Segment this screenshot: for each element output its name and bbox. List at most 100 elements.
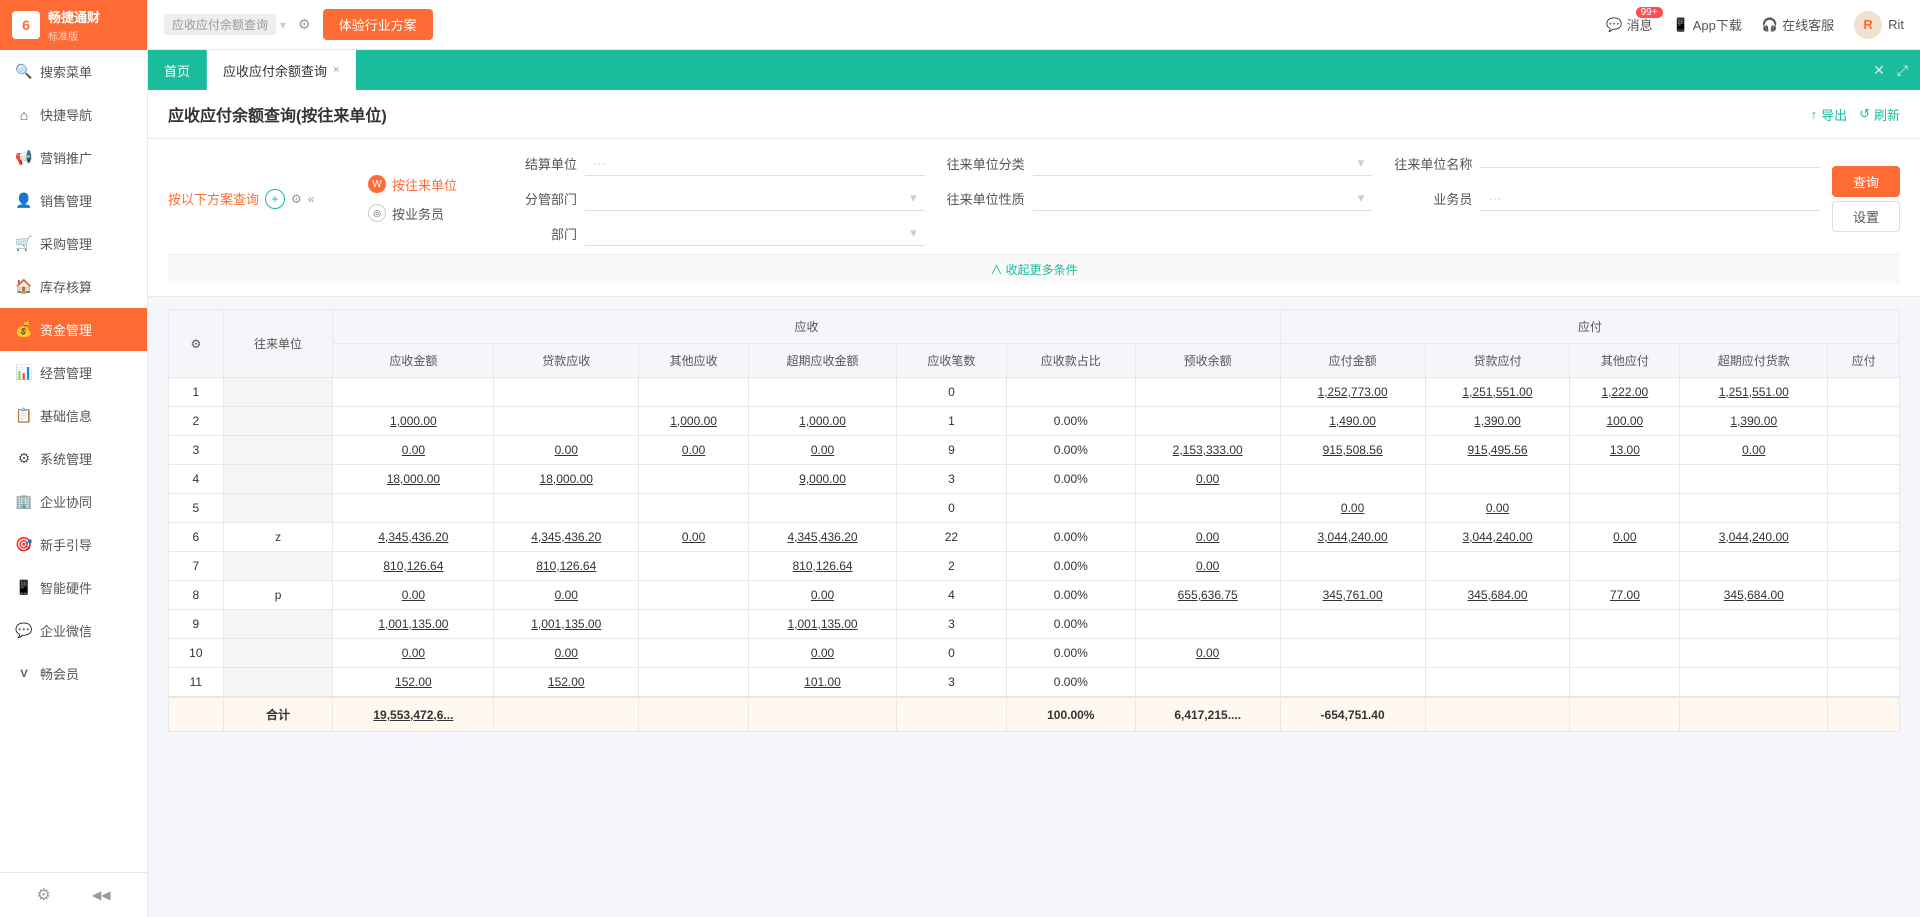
sidebar-item-member[interactable]: V 畅会员 [0,652,147,695]
table-cell[interactable] [1280,639,1425,668]
table-cell[interactable]: 915,495.56 [1425,436,1570,465]
table-cell[interactable]: 0.00 [639,436,749,465]
table-cell[interactable]: 0.00 [639,523,749,552]
table-cell[interactable]: 1,390.00 [1680,407,1828,436]
partner-name-input[interactable] [1480,159,1820,168]
dept-input[interactable]: ▾ [585,221,925,246]
table-cell[interactable]: 0.00 [494,436,639,465]
table-cell[interactable]: 0.00 [749,639,897,668]
table-cell[interactable] [333,494,494,523]
user-menu[interactable]: R Rit [1854,11,1904,39]
search-option-partner[interactable]: W 按往来单位 [360,171,465,198]
table-cell[interactable]: 18,000.00 [333,465,494,494]
refresh-button[interactable]: ↺ 刷新 [1859,105,1900,124]
table-cell[interactable] [494,407,639,436]
table-cell[interactable] [1135,668,1280,698]
table-cell[interactable] [639,610,749,639]
table-cell[interactable] [1570,668,1680,698]
table-cell[interactable] [1135,494,1280,523]
table-cell[interactable]: 0.00 [1570,523,1680,552]
promo-button[interactable]: 体验行业方案 [323,9,433,40]
table-cell[interactable]: 0.00 [1135,639,1280,668]
sidebar-item-system[interactable]: ⚙ 系统管理 [0,437,147,480]
topbar-gear-icon[interactable]: ⚙ [298,16,311,33]
table-cell[interactable] [1425,465,1570,494]
table-cell[interactable]: 915,508.56 [1280,436,1425,465]
table-cell[interactable] [494,378,639,407]
table-cell[interactable]: 810,126.64 [333,552,494,581]
table-cell[interactable] [749,378,897,407]
table-cell[interactable] [639,552,749,581]
table-cell[interactable] [1570,465,1680,494]
sidebar-item-finance[interactable]: 💰 资金管理 [0,308,147,351]
table-cell[interactable]: 0.00 [749,581,897,610]
settlement-unit-input[interactable]: ··· [585,152,925,176]
table-cell[interactable]: 810,126.64 [749,552,897,581]
table-cell[interactable]: 0.00 [1135,552,1280,581]
table-cell[interactable] [1425,639,1570,668]
table-cell[interactable]: 3,044,240.00 [1680,523,1828,552]
table-cell[interactable] [1280,465,1425,494]
table-cell[interactable]: 345,684.00 [1425,581,1570,610]
department-input[interactable]: ▾ [585,186,925,211]
sidebar-item-operations[interactable]: 📊 经营管理 [0,351,147,394]
table-cell[interactable] [1680,668,1828,698]
table-cell[interactable] [1680,465,1828,494]
table-cell[interactable] [1680,639,1828,668]
th-settings[interactable]: ⚙ [169,310,224,378]
sidebar-item-enterprise[interactable]: 🏢 企业协同 [0,480,147,523]
footer-recv-total[interactable]: 19,553,472,6... [333,697,494,732]
table-cell[interactable] [639,378,749,407]
table-cell[interactable]: 1,222.00 [1570,378,1680,407]
table-cell[interactable]: 1,000.00 [749,407,897,436]
table-settings-icon[interactable]: ⚙ [190,337,201,351]
table-cell[interactable]: 0.00 [494,581,639,610]
table-cell[interactable]: 345,761.00 [1280,581,1425,610]
table-cell[interactable]: 655,636.75 [1135,581,1280,610]
table-cell[interactable]: 1,001,135.00 [749,610,897,639]
table-cell[interactable]: 2,153,333.00 [1135,436,1280,465]
sidebar-item-purchase[interactable]: 🛒 采购管理 [0,222,147,265]
table-cell[interactable] [1280,610,1425,639]
table-cell[interactable] [1570,552,1680,581]
table-cell[interactable]: 4,345,436.20 [333,523,494,552]
table-cell[interactable]: 152.00 [333,668,494,698]
table-cell[interactable]: 18,000.00 [494,465,639,494]
search-collapse-icon[interactable]: « [308,192,315,206]
table-cell[interactable]: 1,251,551.00 [1425,378,1570,407]
query-button[interactable]: 查询 [1832,166,1900,197]
partner-nature-input[interactable]: ▾ [1033,186,1373,211]
app-download-button[interactable]: 📱 App下载 [1673,15,1742,34]
table-cell[interactable]: 1,000.00 [333,407,494,436]
sidebar-item-guide[interactable]: 🎯 新手引导 [0,523,147,566]
table-cell[interactable] [1280,668,1425,698]
sidebar-item-sales[interactable]: 👤 销售管理 [0,179,147,222]
table-cell[interactable]: 1,490.00 [1280,407,1425,436]
table-cell[interactable]: 77.00 [1570,581,1680,610]
table-cell[interactable]: 0.00 [333,436,494,465]
table-cell[interactable]: 1,001,135.00 [494,610,639,639]
table-cell[interactable] [333,378,494,407]
table-cell[interactable] [639,494,749,523]
search-settings-icon[interactable]: ⚙ [291,192,302,206]
table-cell[interactable] [639,668,749,698]
tab-expand-icon[interactable]: ⤢ [1897,62,1908,79]
table-cell[interactable]: 0.00 [749,436,897,465]
table-cell[interactable] [494,494,639,523]
breadcrumb-arrow-icon[interactable]: ▾ [280,18,286,32]
table-cell[interactable]: 0.00 [1135,465,1280,494]
table-cell[interactable] [639,465,749,494]
table-cell[interactable] [1680,610,1828,639]
export-button[interactable]: ↑ 导出 [1811,105,1848,124]
sidebar-item-inventory[interactable]: 🏠 库存核算 [0,265,147,308]
table-cell[interactable] [1570,494,1680,523]
table-cell[interactable]: 0.00 [333,639,494,668]
table-cell[interactable]: 3,044,240.00 [1425,523,1570,552]
table-cell[interactable]: 345,684.00 [1680,581,1828,610]
table-cell[interactable] [1680,494,1828,523]
table-cell[interactable]: 3,044,240.00 [1280,523,1425,552]
sidebar-collapse-icon[interactable]: ◀◀ [92,888,110,902]
messages-button[interactable]: 💬 消息 99+ [1606,15,1652,34]
table-cell[interactable] [639,581,749,610]
table-cell[interactable]: 0.00 [1135,523,1280,552]
